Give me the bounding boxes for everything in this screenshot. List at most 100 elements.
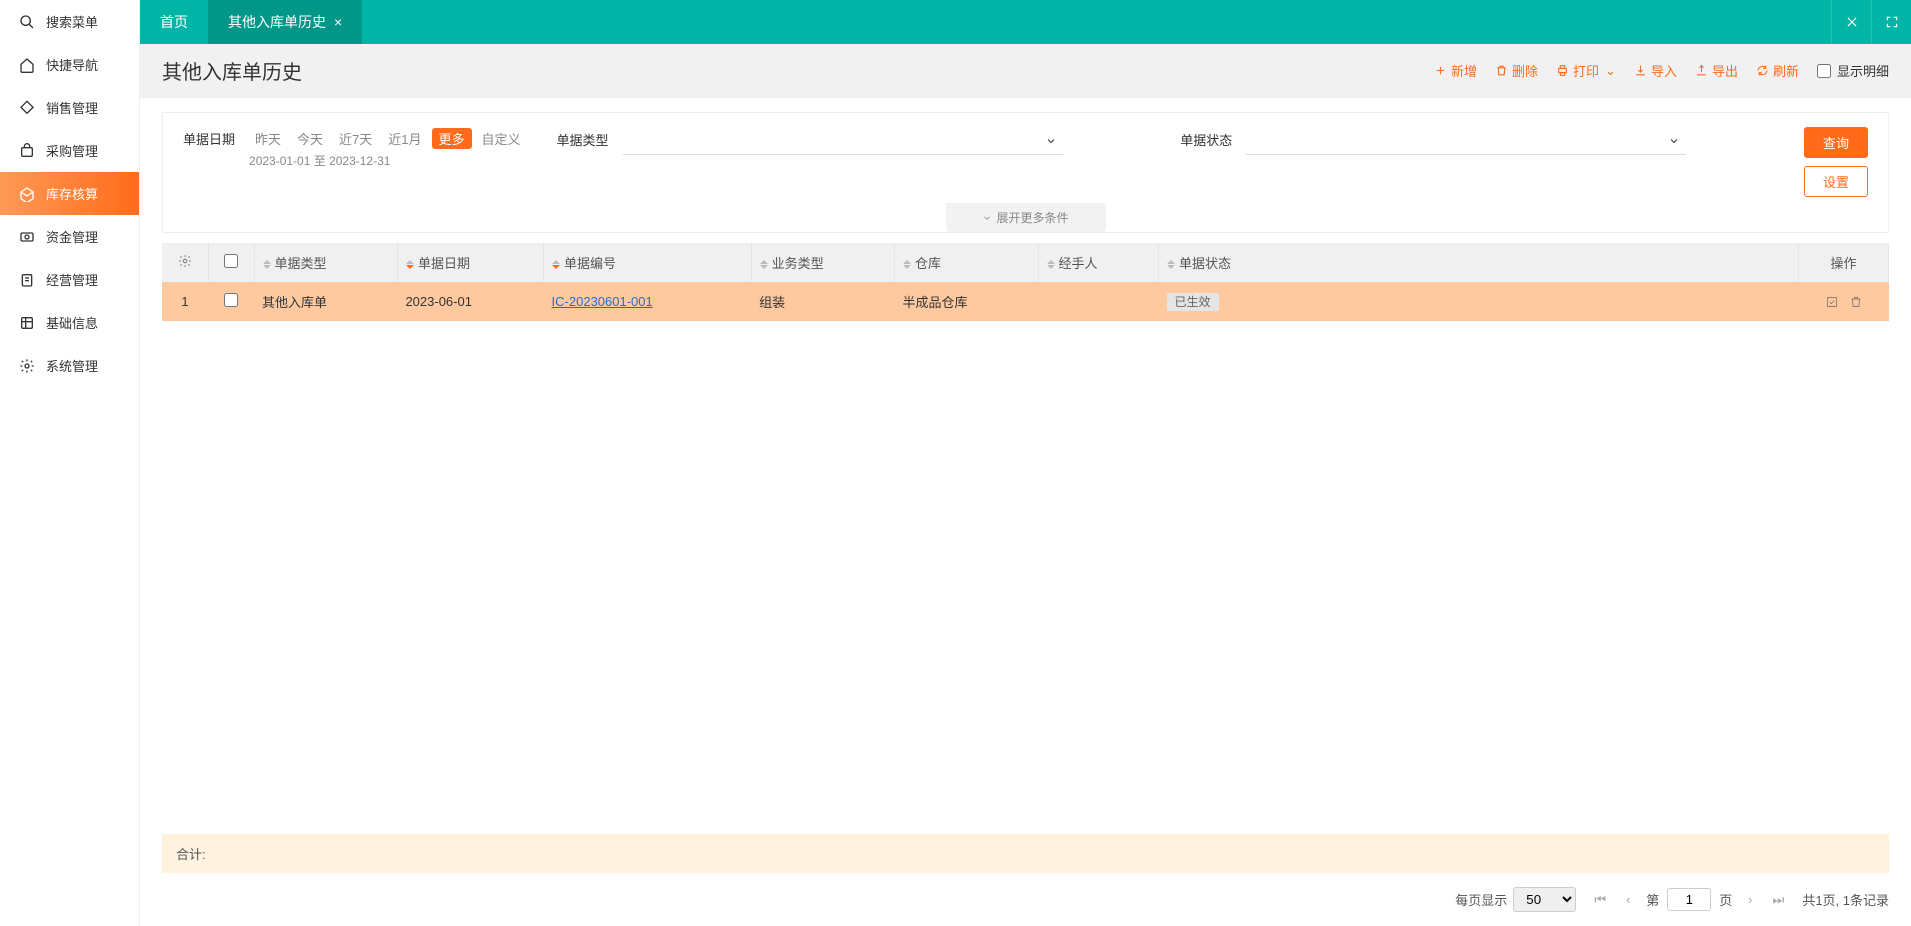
sidebar-item-business[interactable]: 经营管理 [0, 258, 139, 301]
import-button[interactable]: 导入 [1634, 61, 1677, 80]
date-more[interactable]: 更多 [432, 128, 472, 149]
prev-page-button[interactable]: ‹ [1618, 890, 1638, 910]
clipboard-icon [18, 271, 36, 289]
col-biztype[interactable]: 业务类型 [751, 243, 894, 282]
col-checkbox [208, 243, 254, 282]
total-text: 共1页, 1条记录 [1802, 890, 1889, 909]
pagination: 每页显示 50 ⏮ ‹ 第 页 › ⏭ 共1页, 1条记录 [140, 873, 1911, 926]
date-yesterday[interactable]: 昨天 [249, 127, 287, 150]
settings-button[interactable]: 设置 [1804, 166, 1868, 197]
sidebar-item-search[interactable]: 搜索菜单 [0, 0, 139, 43]
filter-panel: 单据日期 昨天 今天 近7天 近1月 更多 自定义 2023-01-01 至 2… [162, 112, 1889, 233]
sidebar-label: 库存核算 [46, 184, 98, 203]
date-today[interactable]: 今天 [291, 127, 329, 150]
expand-filters-button[interactable]: 展开更多条件 [946, 203, 1106, 232]
status-badge: 已生效 [1167, 293, 1219, 311]
status-filter-label: 单据状态 [1180, 128, 1232, 154]
type-select[interactable] [623, 127, 1063, 155]
col-status[interactable]: 单据状态 [1159, 243, 1799, 282]
main: 首页 其他入库单历史 × 其他入库单历史 新增 删除 打印⌄ 导入 导出 刷新 … [140, 0, 1911, 926]
sidebar-label: 资金管理 [46, 227, 98, 246]
cell-warehouse: 半成品仓库 [895, 282, 1038, 321]
col-handler[interactable]: 经手人 [1038, 243, 1159, 282]
sidebar-item-system[interactable]: 系统管理 [0, 344, 139, 387]
summary-row: 合计: [162, 834, 1889, 873]
tag-icon [18, 99, 36, 117]
tab-active[interactable]: 其他入库单历史 × [208, 0, 362, 44]
sidebar-label: 搜索菜单 [46, 12, 98, 31]
chevron-down-icon [982, 213, 992, 223]
sidebar-label: 快捷导航 [46, 55, 98, 74]
fullscreen-button[interactable] [1871, 0, 1911, 44]
toolbar: 其他入库单历史 新增 删除 打印⌄ 导入 导出 刷新 显示明细 [140, 44, 1911, 98]
sidebar-label: 销售管理 [46, 98, 98, 117]
sidebar-item-sales[interactable]: 销售管理 [0, 86, 139, 129]
close-icon[interactable]: × [334, 14, 342, 30]
sidebar-label: 系统管理 [46, 356, 98, 375]
first-page-button[interactable]: ⏮ [1590, 890, 1610, 910]
add-button[interactable]: 新增 [1434, 61, 1477, 80]
chevron-down-icon [1045, 135, 1057, 147]
sidebar-item-funds[interactable]: 资金管理 [0, 215, 139, 258]
doc-code-link[interactable]: IC-20230601-001 [552, 294, 653, 309]
date-range-text: 2023-01-01 至 2023-12-31 [249, 152, 527, 169]
cell-type: 其他入库单 [254, 282, 397, 321]
col-code[interactable]: 单据编号 [544, 243, 752, 282]
date-7d[interactable]: 近7天 [333, 127, 378, 150]
page-size-select[interactable]: 50 [1513, 887, 1576, 912]
gear-icon [178, 254, 192, 268]
next-page-button[interactable]: › [1740, 890, 1760, 910]
print-button[interactable]: 打印⌄ [1556, 61, 1616, 80]
sidebar-item-baseinfo[interactable]: 基础信息 [0, 301, 139, 344]
delete-icon[interactable] [1849, 295, 1863, 309]
page-title: 其他入库单历史 [162, 56, 302, 85]
sidebar-label: 采购管理 [46, 141, 98, 160]
tabs-bar: 首页 其他入库单历史 × [140, 0, 1911, 44]
type-filter-label: 单据类型 [557, 128, 609, 154]
chevron-down-icon: ⌄ [1605, 63, 1616, 79]
search-icon [18, 13, 36, 31]
sidebar-item-purchase[interactable]: 采购管理 [0, 129, 139, 172]
sidebar-item-inventory[interactable]: 库存核算 [0, 172, 139, 215]
col-warehouse[interactable]: 仓库 [895, 243, 1038, 282]
home-icon [18, 56, 36, 74]
gear-icon [18, 357, 36, 375]
last-page-button[interactable]: ⏭ [1768, 890, 1788, 910]
per-page-label: 每页显示 [1455, 890, 1507, 909]
summary-label: 合计: [176, 847, 206, 862]
query-button[interactable]: 查询 [1804, 127, 1868, 158]
refresh-button[interactable]: 刷新 [1756, 61, 1799, 80]
status-select[interactable] [1246, 127, 1686, 155]
col-settings[interactable] [162, 243, 208, 282]
view-icon[interactable] [1825, 295, 1839, 309]
cell-biztype: 组装 [751, 282, 894, 321]
sidebar-label: 经营管理 [46, 270, 98, 289]
money-icon [18, 228, 36, 246]
grid-icon [18, 314, 36, 332]
box-icon [18, 185, 36, 203]
delete-button[interactable]: 删除 [1495, 61, 1538, 80]
cart-icon [18, 142, 36, 160]
show-detail-toggle[interactable]: 显示明细 [1817, 61, 1889, 80]
sidebar-item-quicknav[interactable]: 快捷导航 [0, 43, 139, 86]
tab-home[interactable]: 首页 [140, 0, 208, 44]
cell-date: 2023-06-01 [397, 282, 543, 321]
date-1m[interactable]: 近1月 [382, 127, 427, 150]
cell-handler [1038, 282, 1159, 321]
row-index: 1 [162, 282, 208, 321]
date-custom[interactable]: 自定义 [476, 127, 527, 150]
show-detail-checkbox[interactable] [1817, 64, 1831, 78]
table-row[interactable]: 1 其他入库单 2023-06-01 IC-20230601-001 组装 半成… [162, 282, 1889, 321]
sidebar-label: 基础信息 [46, 313, 98, 332]
close-all-button[interactable] [1831, 0, 1871, 44]
col-type[interactable]: 单据类型 [254, 243, 397, 282]
data-table: 单据类型 单据日期 单据编号 业务类型 仓库 经手人 单据状态 操作 1 其他 [162, 243, 1889, 834]
page-input[interactable] [1667, 888, 1711, 911]
row-checkbox[interactable] [224, 293, 238, 307]
col-date[interactable]: 单据日期 [397, 243, 543, 282]
tab-label: 首页 [160, 12, 188, 32]
chevron-down-icon [1668, 135, 1680, 147]
export-button[interactable]: 导出 [1695, 61, 1738, 80]
select-all-checkbox[interactable] [224, 254, 238, 268]
date-filter-label: 单据日期 [183, 127, 235, 153]
